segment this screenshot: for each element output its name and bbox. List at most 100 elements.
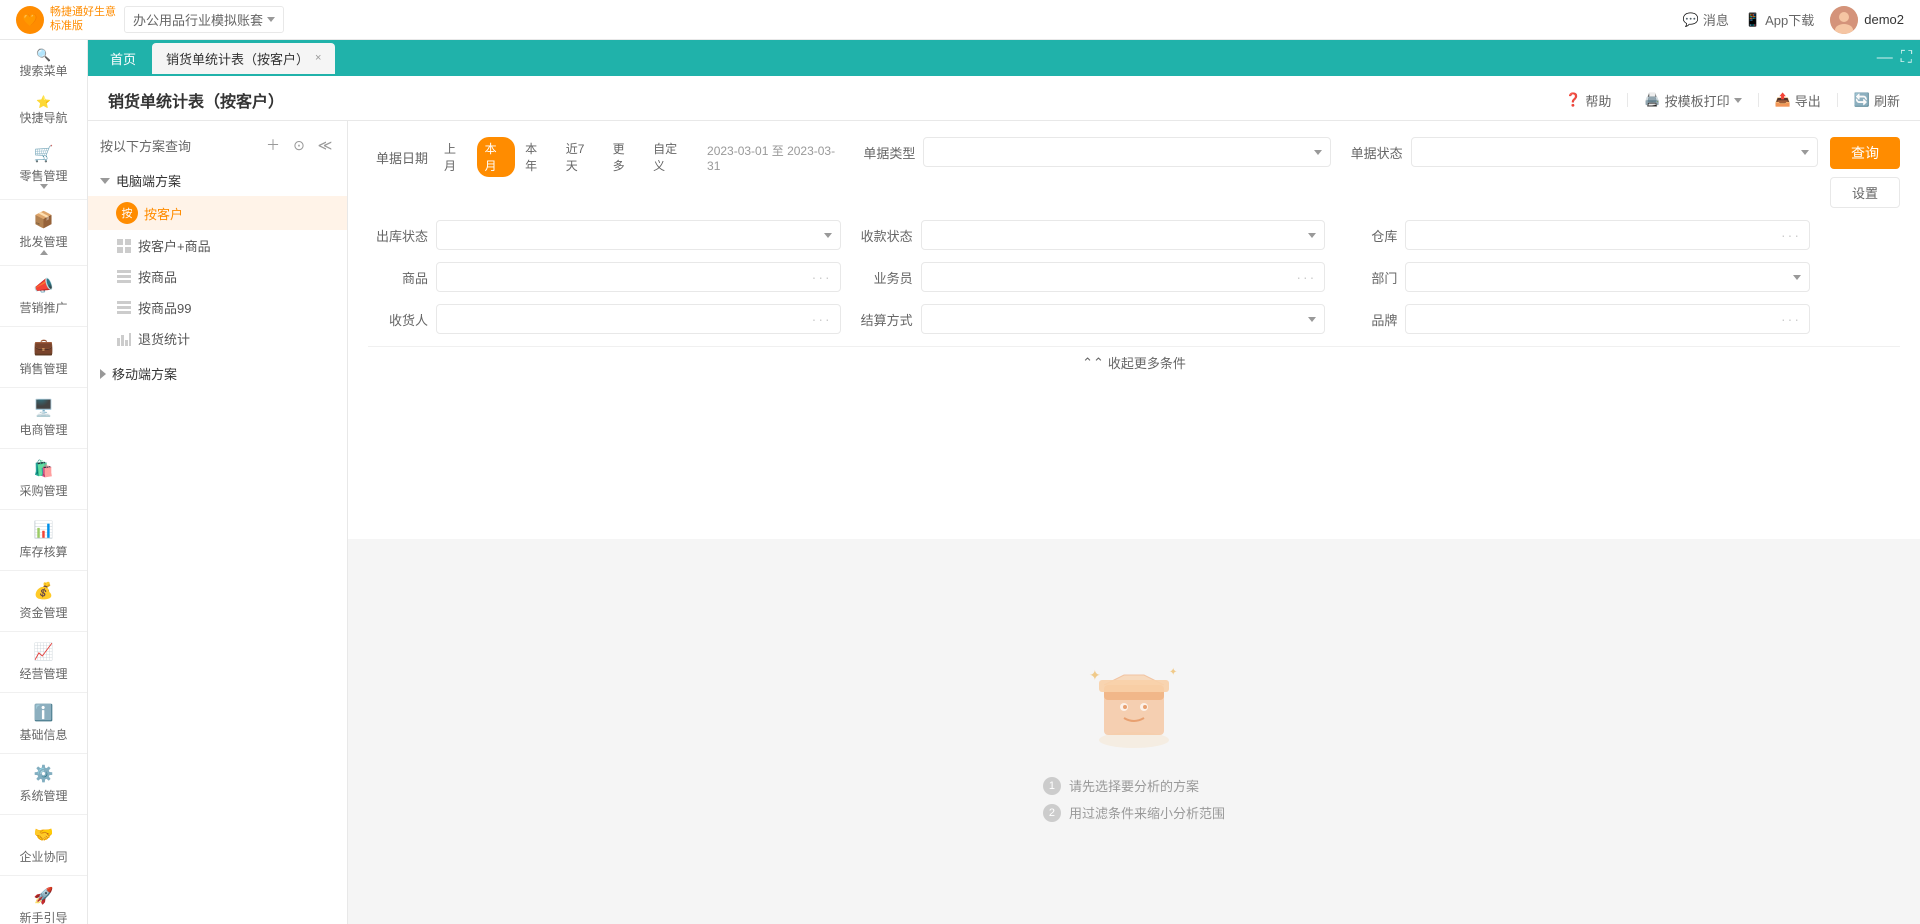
collapse-scheme-icon[interactable]: ≪ bbox=[315, 135, 335, 155]
edit-scheme-icon[interactable]: ⊙ bbox=[289, 135, 309, 155]
payment-status-select[interactable] bbox=[921, 220, 1326, 250]
print-button[interactable]: 🖨️ 按模板打印 bbox=[1644, 91, 1741, 110]
date-tabs: 上月 本月 本年 近7天 更多 自定义 bbox=[436, 137, 695, 177]
scheme-item-by-product[interactable]: 按商品 bbox=[88, 261, 347, 292]
main-layout: 🔍 搜索菜单 ⭐ 快捷导航 🛒 零售管理 📦 批发管理 📣 营销推广 bbox=[0, 40, 1920, 924]
filter-row-2: 出库状态 收款状态 bbox=[368, 220, 1900, 250]
quick-nav-item[interactable]: ⭐ 快捷导航 bbox=[0, 87, 87, 134]
scheme-item-by-product99[interactable]: 按商品99 bbox=[88, 292, 347, 323]
mobile-expand-icon bbox=[100, 369, 106, 379]
receiver-group: 收货人 ··· bbox=[368, 304, 841, 334]
delivery-status-select[interactable] bbox=[436, 220, 841, 250]
settings-button[interactable]: 设置 bbox=[1830, 177, 1900, 208]
logo-icon: 🧡 bbox=[16, 6, 44, 34]
receipt-type-select[interactable] bbox=[923, 137, 1330, 167]
scheme-group-mobile: 移动端方案 bbox=[88, 358, 347, 389]
refresh-button[interactable]: 🔄 刷新 bbox=[1854, 91, 1900, 110]
settlement-select[interactable] bbox=[921, 304, 1326, 334]
search-menu-item[interactable]: 🔍 搜索菜单 bbox=[0, 40, 87, 87]
sidebar-item-cooperation[interactable]: 🤝 企业协同 bbox=[0, 815, 87, 876]
receipt-status-arrow-icon bbox=[1801, 150, 1809, 155]
system-icon: ⚙️ bbox=[34, 764, 54, 784]
sidebar: 🔍 搜索菜单 ⭐ 快捷导航 🛒 零售管理 📦 批发管理 📣 营销推广 bbox=[0, 40, 88, 924]
goods-group: 商品 ··· bbox=[368, 262, 841, 292]
date-tab-custom[interactable]: 自定义 bbox=[645, 137, 695, 177]
department-select[interactable] bbox=[1405, 262, 1810, 292]
tab-minimize-button[interactable]: — bbox=[1877, 49, 1893, 67]
sidebar-item-basic-info[interactable]: ℹ️ 基础信息 bbox=[0, 693, 87, 754]
collapse-filter-button[interactable]: ⌃⌃ 收起更多条件 bbox=[368, 346, 1900, 378]
app-download-icon: 📱 bbox=[1745, 12, 1761, 28]
sidebar-item-wholesale[interactable]: 📦 批发管理 bbox=[0, 200, 87, 266]
tab-active[interactable]: 销货单统计表（按客户） × bbox=[152, 43, 335, 74]
purchase-icon: 🛍️ bbox=[34, 459, 54, 479]
tab-close-button[interactable]: × bbox=[315, 52, 321, 64]
sidebar-item-guide[interactable]: 🚀 新手引导 bbox=[0, 876, 87, 924]
export-button[interactable]: 📤 导出 bbox=[1775, 91, 1821, 110]
top-bar-left: 🧡 畅捷通好生意 标准版 办公用品行业模拟账套 bbox=[16, 6, 284, 34]
date-tab-more[interactable]: 更多 bbox=[605, 137, 644, 177]
app-container: 🧡 畅捷通好生意 标准版 办公用品行业模拟账套 💬 消息 📱 App下载 bbox=[0, 0, 1920, 924]
empty-state: ✦ ✦ · 1 请先选择要分析的方案 2 bbox=[348, 539, 1920, 924]
salesperson-input[interactable]: ··· bbox=[921, 262, 1326, 292]
scheme-item-by-customer[interactable]: 按 按客户 bbox=[88, 196, 347, 230]
receipt-status-select[interactable] bbox=[1411, 137, 1818, 167]
sidebar-item-purchase[interactable]: 🛍️ 采购管理 bbox=[0, 449, 87, 510]
top-bar-right: 💬 消息 📱 App下载 demo2 bbox=[1683, 6, 1904, 34]
hint-number-1: 1 bbox=[1043, 777, 1061, 795]
sidebar-item-ecommerce[interactable]: 🖥️ 电商管理 bbox=[0, 388, 87, 449]
cooperation-icon: 🤝 bbox=[34, 825, 54, 845]
empty-illustration: ✦ ✦ · bbox=[1074, 640, 1194, 760]
tab-home[interactable]: 首页 bbox=[96, 43, 150, 74]
scheme-group-desktop-title[interactable]: 电脑端方案 bbox=[88, 165, 347, 196]
hint-number-2: 2 bbox=[1043, 804, 1061, 822]
scheme-item-return-stats[interactable]: 退货统计 bbox=[88, 323, 347, 354]
empty-hint-2: 2 用过滤条件来缩小分析范围 bbox=[1043, 803, 1225, 822]
message-button[interactable]: 💬 消息 bbox=[1683, 10, 1729, 29]
sidebar-item-operations[interactable]: 📈 经营管理 bbox=[0, 632, 87, 693]
sidebar-item-system[interactable]: ⚙️ 系统管理 bbox=[0, 754, 87, 815]
scheme-chart-icon bbox=[116, 331, 132, 347]
warehouse-input[interactable]: ··· bbox=[1405, 220, 1810, 250]
tab-bar-actions: — ⛶ bbox=[1877, 49, 1912, 67]
industry-selector[interactable]: 办公用品行业模拟账套 bbox=[124, 6, 284, 33]
date-tab-7days[interactable]: 近7天 bbox=[558, 137, 603, 177]
date-tab-this-month[interactable]: 本月 bbox=[477, 137, 516, 177]
operations-icon: 📈 bbox=[34, 642, 54, 662]
receiver-input[interactable]: ··· bbox=[436, 304, 841, 334]
settlement-arrow-icon bbox=[1308, 317, 1316, 322]
date-tab-last-month[interactable]: 上月 bbox=[436, 137, 475, 177]
scheme-panel-header: 按以下方案查询 ＋ ⊙ ≪ bbox=[88, 129, 347, 161]
date-tab-this-year[interactable]: 本年 bbox=[517, 137, 556, 177]
sidebar-item-finance[interactable]: 💰 资金管理 bbox=[0, 571, 87, 632]
sidebar-item-marketing[interactable]: 📣 营销推广 bbox=[0, 266, 87, 327]
search-icon: 🔍 bbox=[36, 48, 51, 62]
salesperson-group: 业务员 ··· bbox=[853, 262, 1326, 292]
query-button[interactable]: 查询 bbox=[1830, 137, 1900, 169]
brand-input[interactable]: ··· bbox=[1405, 304, 1810, 334]
user-area[interactable]: demo2 bbox=[1830, 6, 1904, 34]
goods-input[interactable]: ··· bbox=[436, 262, 841, 292]
collapse-up-icon: ⌃⌃ bbox=[1082, 355, 1104, 371]
scheme-item-customer-product[interactable]: 按客户+商品 bbox=[88, 230, 347, 261]
filter-panel: 单据日期 上月 本月 本年 近7天 更多 自定义 2023-03-01 至 20… bbox=[348, 121, 1920, 539]
receipt-type-arrow-icon bbox=[1314, 150, 1322, 155]
scheme-group-desktop: 电脑端方案 按 按客户 按客户+商品 bbox=[88, 165, 347, 354]
add-scheme-icon[interactable]: ＋ bbox=[263, 135, 283, 155]
retail-icon: 🛒 bbox=[34, 144, 54, 164]
star-icon: ⭐ bbox=[36, 95, 51, 109]
svg-text:✦: ✦ bbox=[1089, 667, 1101, 683]
sidebar-item-sales[interactable]: 💼 销售管理 bbox=[0, 327, 87, 388]
finance-icon: 💰 bbox=[34, 581, 54, 601]
filter-row-4: 收货人 ··· 结算方式 bbox=[368, 304, 1900, 334]
scheme-group-mobile-title[interactable]: 移动端方案 bbox=[88, 358, 347, 389]
message-icon: 💬 bbox=[1683, 12, 1699, 28]
export-icon: 📤 bbox=[1775, 92, 1791, 108]
sidebar-item-inventory[interactable]: 📊 库存核算 bbox=[0, 510, 87, 571]
empty-hint-1: 1 请先选择要分析的方案 bbox=[1043, 776, 1225, 795]
app-download-button[interactable]: 📱 App下载 bbox=[1745, 10, 1814, 29]
help-button[interactable]: ❓ 帮助 bbox=[1565, 91, 1611, 110]
query-btn-group: 查询 设置 bbox=[1830, 137, 1900, 208]
sidebar-item-retail[interactable]: 🛒 零售管理 bbox=[0, 134, 87, 200]
tab-maximize-button[interactable]: ⛶ bbox=[1901, 49, 1912, 67]
